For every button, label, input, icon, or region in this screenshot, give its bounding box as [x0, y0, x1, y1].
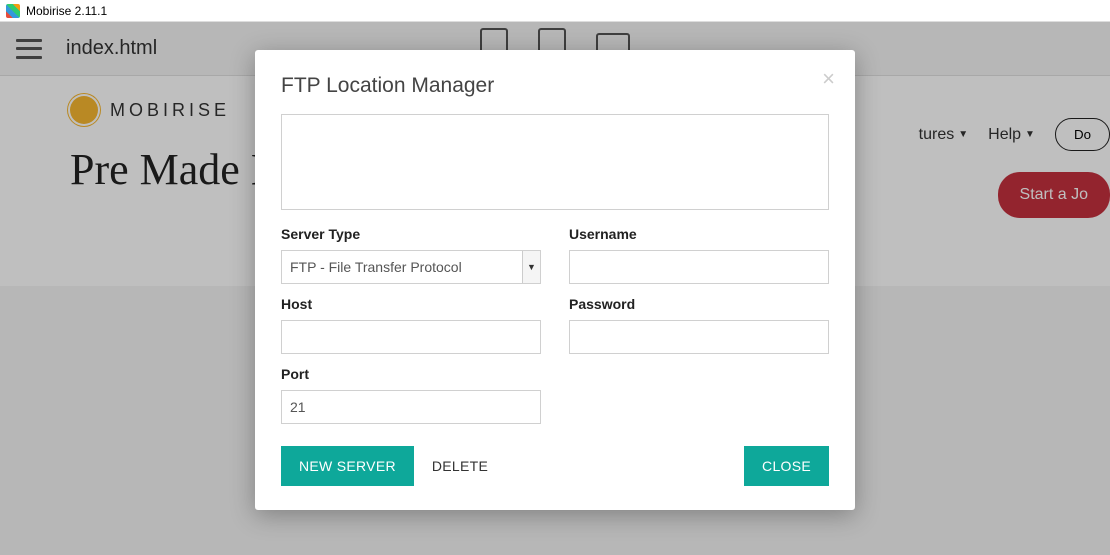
password-label: Password	[569, 296, 829, 312]
password-field: Password	[569, 296, 829, 354]
port-field: Port	[281, 366, 541, 424]
server-type-label: Server Type	[281, 226, 541, 242]
port-label: Port	[281, 366, 541, 382]
modal-footer: NEW SERVER DELETE CLOSE	[281, 446, 829, 486]
window-title: Mobirise 2.11.1	[26, 4, 107, 18]
host-field: Host	[281, 296, 541, 354]
window-titlebar: Mobirise 2.11.1	[0, 0, 1110, 22]
footer-left: NEW SERVER DELETE	[281, 446, 488, 486]
server-type-select[interactable]: FTP - File Transfer Protocol	[281, 250, 541, 284]
host-label: Host	[281, 296, 541, 312]
chevron-down-icon: ▼	[522, 251, 540, 283]
new-server-button[interactable]: NEW SERVER	[281, 446, 414, 486]
ftp-location-manager-modal: FTP Location Manager × Server Type FTP -…	[255, 50, 855, 510]
app-icon	[6, 4, 20, 18]
password-input[interactable]	[569, 320, 829, 354]
username-label: Username	[569, 226, 829, 242]
close-icon[interactable]: ×	[822, 66, 835, 92]
delete-button[interactable]: DELETE	[432, 458, 488, 474]
username-field: Username	[569, 226, 829, 284]
server-list[interactable]	[281, 114, 829, 210]
port-input[interactable]	[281, 390, 541, 424]
close-button[interactable]: CLOSE	[744, 446, 829, 486]
username-input[interactable]	[569, 250, 829, 284]
form-grid: Server Type FTP - File Transfer Protocol…	[281, 226, 829, 424]
host-input[interactable]	[281, 320, 541, 354]
modal-title: FTP Location Manager	[281, 74, 829, 98]
server-type-field: Server Type FTP - File Transfer Protocol…	[281, 226, 541, 284]
